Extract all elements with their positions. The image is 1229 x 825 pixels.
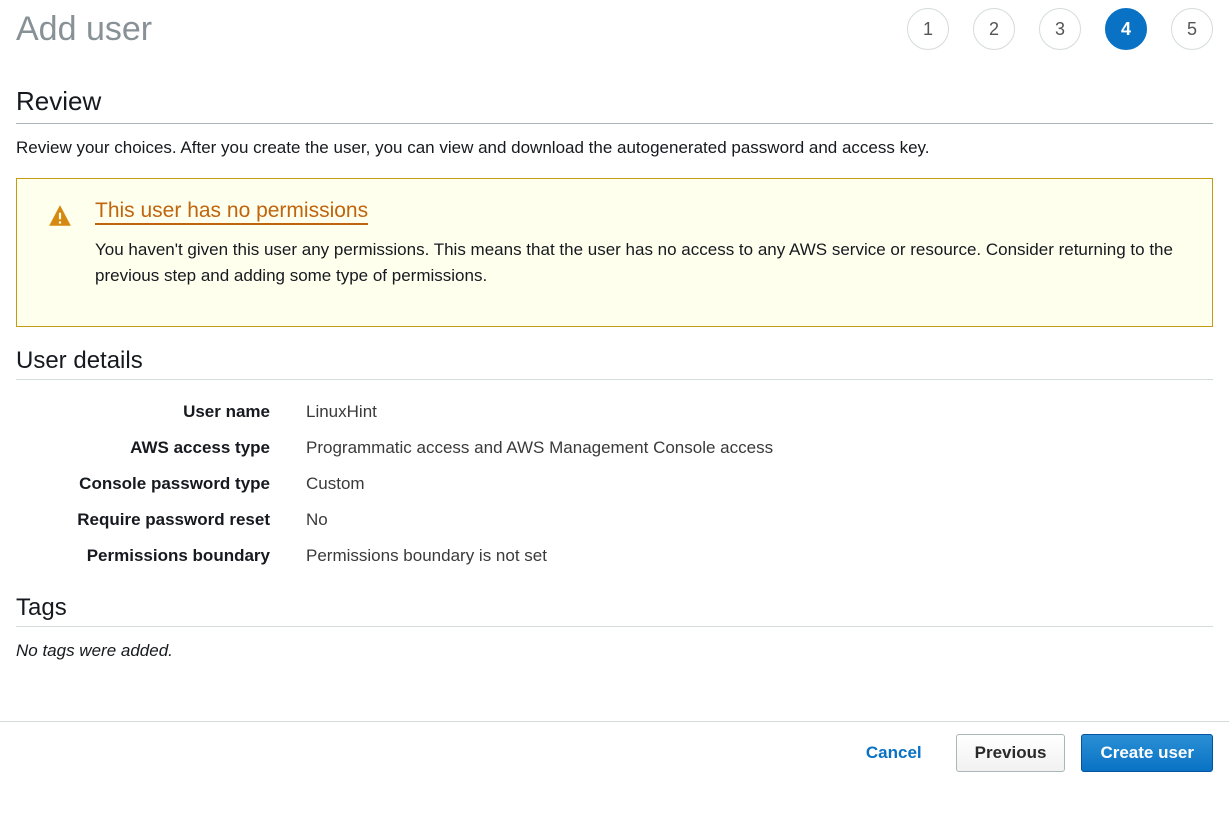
- detail-value: Programmatic access and AWS Management C…: [306, 438, 773, 458]
- tags-heading: Tags: [16, 594, 1213, 622]
- user-details-table: User name LinuxHint AWS access type Prog…: [16, 394, 1213, 574]
- create-user-button[interactable]: Create user: [1081, 734, 1213, 772]
- detail-row: Permissions boundary Permissions boundar…: [16, 538, 1213, 574]
- divider: [16, 123, 1213, 124]
- wizard-stepper: 1 2 3 4 5: [907, 8, 1213, 50]
- warning-title-link[interactable]: This user has no permissions: [95, 199, 368, 225]
- detail-value: Custom: [306, 474, 365, 494]
- review-heading: Review: [16, 86, 1213, 117]
- user-details-heading: User details: [16, 347, 1213, 375]
- detail-label: Permissions boundary: [16, 546, 306, 566]
- warning-text: You haven't given this user any permissi…: [95, 237, 1182, 290]
- detail-label: User name: [16, 402, 306, 422]
- step-2[interactable]: 2: [973, 8, 1015, 50]
- detail-value: Permissions boundary is not set: [306, 546, 547, 566]
- tags-empty-text: No tags were added.: [16, 641, 1213, 661]
- detail-row: AWS access type Programmatic access and …: [16, 430, 1213, 466]
- step-1[interactable]: 1: [907, 8, 949, 50]
- detail-label: AWS access type: [16, 438, 306, 458]
- detail-label: Require password reset: [16, 510, 306, 530]
- warning-icon: [47, 203, 73, 290]
- detail-row: Require password reset No: [16, 502, 1213, 538]
- detail-value: No: [306, 510, 328, 530]
- divider: [16, 626, 1213, 627]
- step-3[interactable]: 3: [1039, 8, 1081, 50]
- cancel-button[interactable]: Cancel: [848, 735, 940, 771]
- step-5[interactable]: 5: [1171, 8, 1213, 50]
- warning-box: This user has no permissions You haven't…: [16, 178, 1213, 327]
- detail-label: Console password type: [16, 474, 306, 494]
- header: Add user 1 2 3 4 5: [0, 0, 1229, 60]
- step-4[interactable]: 4: [1105, 8, 1147, 50]
- page-title: Add user: [16, 10, 152, 49]
- detail-row: User name LinuxHint: [16, 394, 1213, 430]
- review-description: Review your choices. After you create th…: [16, 138, 1213, 158]
- divider: [16, 379, 1213, 380]
- detail-row: Console password type Custom: [16, 466, 1213, 502]
- previous-button[interactable]: Previous: [956, 734, 1066, 772]
- detail-value: LinuxHint: [306, 402, 377, 422]
- wizard-footer: Cancel Previous Create user: [0, 721, 1229, 784]
